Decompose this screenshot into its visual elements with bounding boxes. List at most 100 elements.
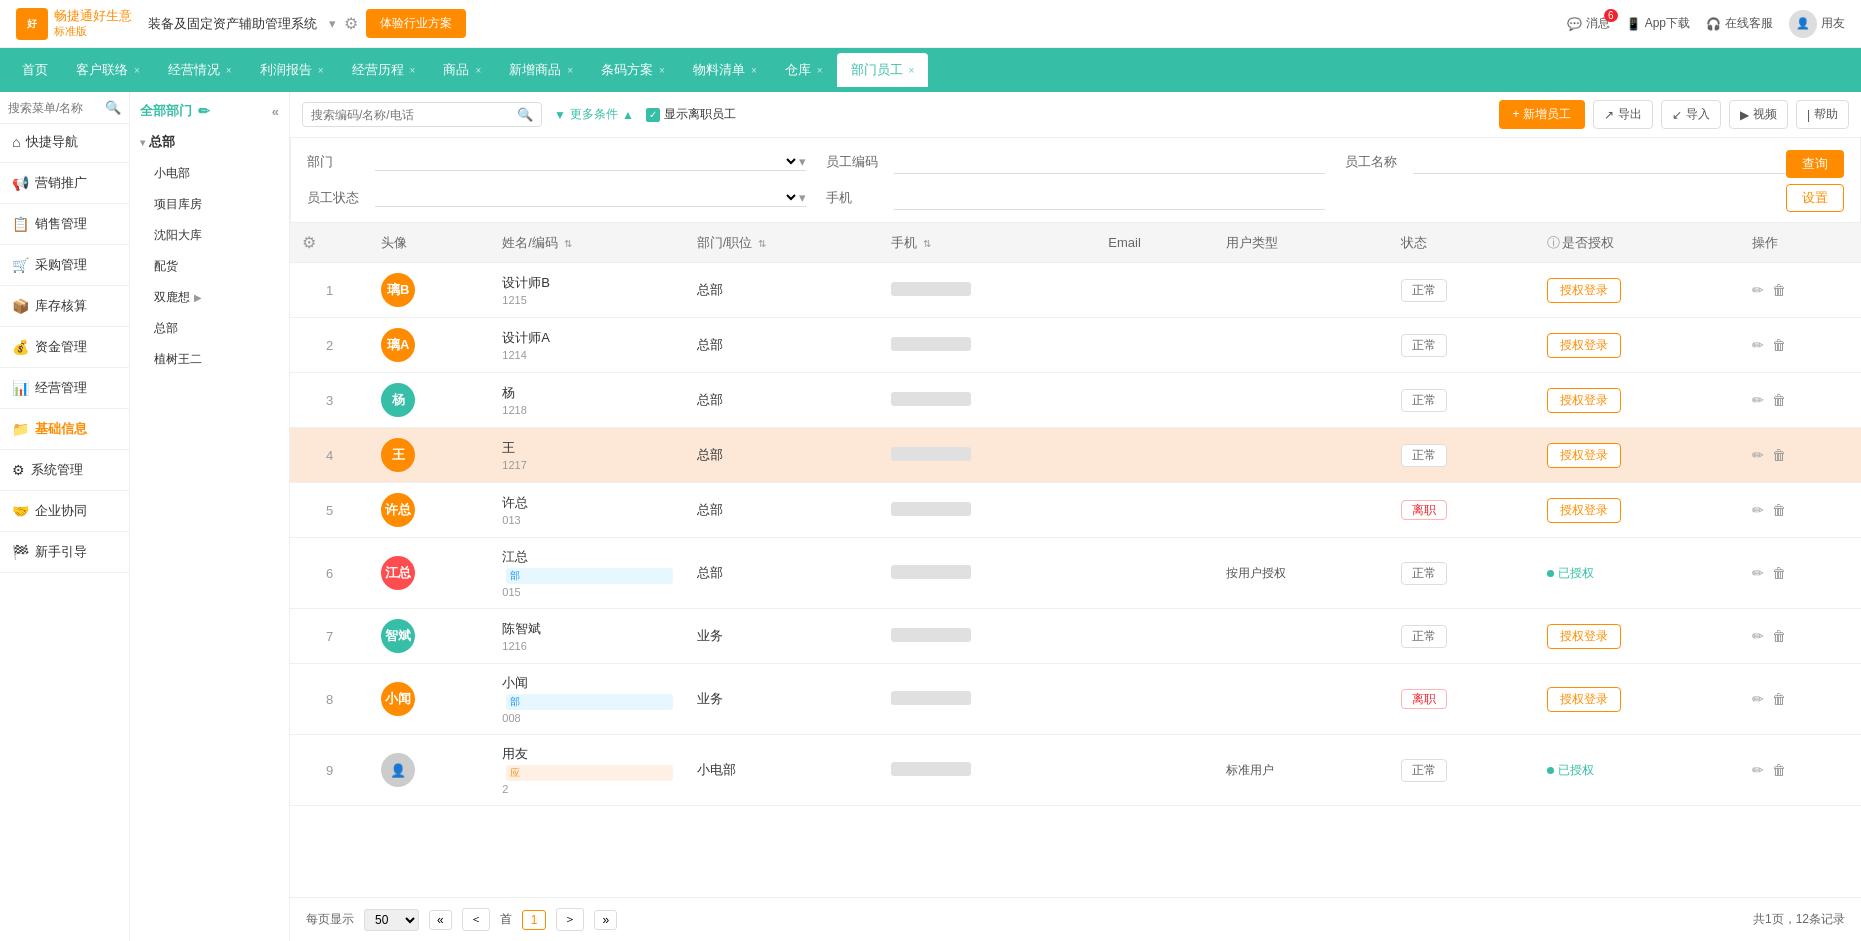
nav-tab-首页[interactable]: 首页 (8, 53, 62, 87)
delete-button[interactable]: 🗑 (1772, 392, 1786, 408)
sidebar-item-purchase[interactable]: 🛒采购管理 (0, 247, 129, 283)
trial-button[interactable]: 体验行业方案 (366, 9, 466, 38)
sidebar-item-inventory[interactable]: 📦库存核算 (0, 288, 129, 324)
edit-button[interactable]: ✏ (1752, 502, 1764, 518)
show-resigned-checkbox[interactable]: ✓ (646, 108, 660, 122)
emp-name-filter-input[interactable] (1413, 150, 1844, 174)
nav-tab-close-icon[interactable]: × (475, 65, 481, 76)
delete-button[interactable]: 🗑 (1772, 502, 1786, 518)
emp-code-filter-input[interactable] (894, 150, 1325, 174)
dept-tree-item[interactable]: 沈阳大库 (130, 220, 289, 251)
col-dept[interactable]: 部门/职位 ⇅ (685, 223, 880, 263)
nav-tab-close-icon[interactable]: × (751, 65, 757, 76)
dept-tree-item[interactable]: 总部 (130, 313, 289, 344)
dept-tree-item[interactable]: 小电部 (130, 158, 289, 189)
auth-info-icon[interactable]: ⓘ (1547, 235, 1560, 250)
auth-login-button[interactable]: 授权登录 (1547, 624, 1621, 649)
nav-tab-close-icon[interactable]: × (817, 65, 823, 76)
nav-tab-经营情况[interactable]: 经营情况× (154, 53, 246, 87)
nav-tab-close-icon[interactable]: × (134, 65, 140, 76)
nav-tab-经营历程[interactable]: 经营历程× (338, 53, 430, 87)
dept-edit-icon[interactable]: ✏ (198, 103, 210, 119)
search-box[interactable]: 🔍 (302, 102, 542, 127)
sidebar-search-input[interactable] (8, 101, 105, 115)
nav-tab-close-icon[interactable]: × (318, 65, 324, 76)
sidebar-item-system[interactable]: ⚙系统管理 (0, 452, 129, 488)
nav-tab-物料清单[interactable]: 物料清单× (679, 53, 771, 87)
nav-tab-close-icon[interactable]: × (909, 65, 915, 76)
delete-button[interactable]: 🗑 (1772, 762, 1786, 778)
col-settings[interactable]: ⚙ (290, 223, 369, 263)
page-size-select[interactable]: 50 100 200 (364, 909, 419, 931)
auth-login-button[interactable]: 授权登录 (1547, 443, 1621, 468)
add-employee-button[interactable]: + 新增员工 (1499, 100, 1585, 129)
nav-tab-仓库[interactable]: 仓库× (771, 53, 837, 87)
export-button[interactable]: ↗ 导出 (1593, 100, 1653, 129)
dept-tree-item[interactable]: 配货 (130, 251, 289, 282)
nav-tab-商品[interactable]: 商品× (429, 53, 495, 87)
dept-tree-item[interactable]: 植树王二 (130, 344, 289, 375)
dept-filter-select[interactable] (375, 153, 799, 170)
edit-button[interactable]: ✏ (1752, 447, 1764, 463)
status-filter-select-wrapper[interactable]: ▾ (375, 189, 806, 207)
sidebar-item-basic-info[interactable]: 📁基础信息 (0, 411, 129, 447)
search-input[interactable] (311, 108, 511, 122)
table-settings-icon[interactable]: ⚙ (302, 234, 316, 251)
first-page-button[interactable]: « (429, 910, 452, 930)
next-page-button[interactable]: ＞ (556, 908, 584, 931)
message-button[interactable]: 💬 消息 6 (1567, 15, 1610, 32)
delete-button[interactable]: 🗑 (1772, 447, 1786, 463)
import-button[interactable]: ↙ 导入 (1661, 100, 1721, 129)
sidebar-item-operations[interactable]: 📊经营管理 (0, 370, 129, 406)
auth-login-button[interactable]: 授权登录 (1547, 687, 1621, 712)
more-filter-button[interactable]: ▼ 更多条件 ▲ (554, 106, 634, 123)
nav-tab-部门员工[interactable]: 部门员工× (837, 53, 929, 87)
nav-tab-close-icon[interactable]: × (226, 65, 232, 76)
phone-filter-input[interactable] (894, 186, 1325, 210)
auth-login-button[interactable]: 授权登录 (1547, 333, 1621, 358)
auth-login-button[interactable]: 授权登录 (1547, 498, 1621, 523)
dept-tree-item[interactable]: ▾总部 (130, 126, 289, 158)
edit-button[interactable]: ✏ (1752, 282, 1764, 298)
help-button[interactable]: | 帮助 (1796, 100, 1849, 129)
nav-tab-close-icon[interactable]: × (659, 65, 665, 76)
nav-tab-客户联络[interactable]: 客户联络× (62, 53, 154, 87)
show-resigned-toggle[interactable]: ✓ 显示离职员工 (646, 106, 736, 123)
sidebar-item-sales[interactable]: 📋销售管理 (0, 206, 129, 242)
nav-tab-close-icon[interactable]: × (410, 65, 416, 76)
prev-page-button[interactable]: ＜ (462, 908, 490, 931)
nav-tab-利润报告[interactable]: 利润报告× (246, 53, 338, 87)
last-page-button[interactable]: » (594, 910, 617, 930)
delete-button[interactable]: 🗑 (1772, 282, 1786, 298)
dept-collapse-icon[interactable]: « (272, 104, 279, 119)
settings-icon[interactable]: ⚙ (344, 14, 358, 33)
col-phone[interactable]: 手机 ⇅ (879, 223, 1096, 263)
sidebar-item-finance[interactable]: 💰资金管理 (0, 329, 129, 365)
edit-button[interactable]: ✏ (1752, 392, 1764, 408)
set-button[interactable]: 设置 (1786, 184, 1844, 212)
auth-login-button[interactable]: 授权登录 (1547, 388, 1621, 413)
dropdown-arrow-icon[interactable]: ▾ (329, 16, 336, 31)
auth-login-button[interactable]: 授权登录 (1547, 278, 1621, 303)
dept-tree-item[interactable]: 项目库房 (130, 189, 289, 220)
dept-tree-item[interactable]: 双鹿想▶ (130, 282, 289, 313)
nav-tab-条码方案[interactable]: 条码方案× (587, 53, 679, 87)
sidebar-item-collab[interactable]: 🤝企业协同 (0, 493, 129, 529)
sidebar-item-quick-nav[interactable]: ⌂快捷导航 (0, 124, 129, 160)
delete-button[interactable]: 🗑 (1772, 628, 1786, 644)
delete-button[interactable]: 🗑 (1772, 337, 1786, 353)
edit-button[interactable]: ✏ (1752, 565, 1764, 581)
edit-button[interactable]: ✏ (1752, 337, 1764, 353)
online-service-button[interactable]: 🎧 在线客服 (1706, 15, 1773, 32)
query-button[interactable]: 查询 (1786, 150, 1844, 178)
nav-tab-close-icon[interactable]: × (567, 65, 573, 76)
col-name[interactable]: 姓名/编码 ⇅ (490, 223, 685, 263)
delete-button[interactable]: 🗑 (1772, 691, 1786, 707)
dept-filter-select-wrapper[interactable]: ▾ (375, 153, 806, 171)
edit-button[interactable]: ✏ (1752, 628, 1764, 644)
video-button[interactable]: ▶ 视频 (1729, 100, 1788, 129)
user-area[interactable]: 👤 用友 (1789, 10, 1845, 38)
nav-tab-新增商品[interactable]: 新增商品× (495, 53, 587, 87)
status-filter-select[interactable] (375, 189, 799, 206)
delete-button[interactable]: 🗑 (1772, 565, 1786, 581)
